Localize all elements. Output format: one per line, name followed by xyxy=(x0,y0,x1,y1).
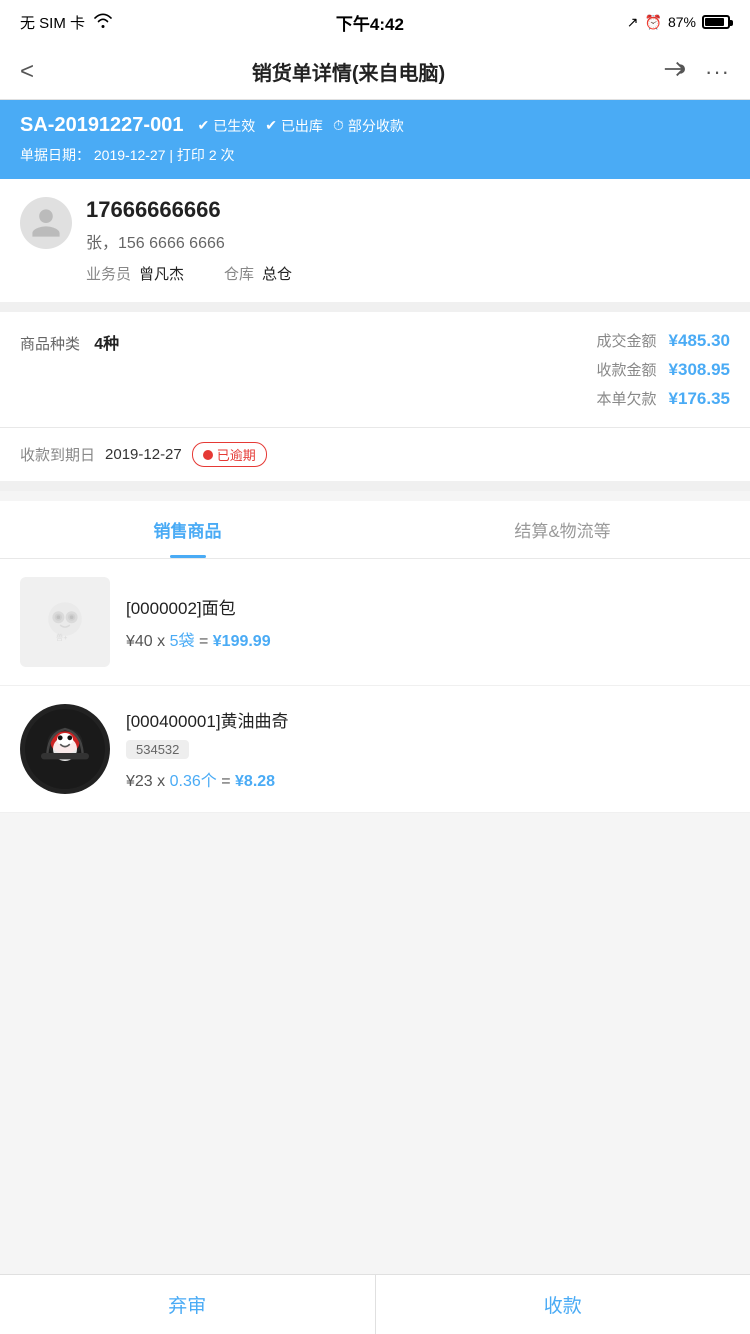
badge-effective: ✔ 已生效 xyxy=(197,116,255,136)
summary-section: 商品种类 4种 成交金额 ¥485.30 收款金额 ¥308.95 本单欠款 ¥… xyxy=(0,312,750,427)
product-info-1: [0000002]面包 ¥40 x 5袋 = ¥199.99 xyxy=(126,594,730,651)
salesperson-value: 曾凡杰 xyxy=(139,263,184,284)
bottom-bar: 弃审 收款 xyxy=(0,1274,750,1334)
divider-2 xyxy=(0,481,750,491)
order-date-row: 单据日期： 2019-12-27 | 打印 2 次 xyxy=(20,145,730,165)
tab-settlement-label: 结算&物流等 xyxy=(514,522,610,541)
summary-left: 商品种类 4种 xyxy=(20,330,119,354)
salesperson-label: 业务员 xyxy=(86,263,131,284)
badges: ✔ 已生效 ✔ 已出库 ⏱ 部分收款 xyxy=(197,116,403,136)
product-item-2: [000400001]黄油曲奇 534532 ¥23 x 0.36个 = ¥8.… xyxy=(0,686,750,813)
battery-icon xyxy=(702,15,730,29)
more-icon[interactable]: ··· xyxy=(705,59,730,85)
battery-percent: 87% xyxy=(668,14,696,30)
price-2: ¥23 xyxy=(126,773,153,790)
warehouse-item: 仓库 总仓 xyxy=(224,263,292,284)
product-types-label: 商品种类 xyxy=(20,336,80,353)
back-button[interactable]: < xyxy=(20,58,34,86)
warehouse-value: 总仓 xyxy=(262,263,292,284)
customer-info: 17666666666 张，156 6666 6666 业务员 曾凡杰 仓库 总… xyxy=(86,197,730,284)
due-label: 收款到期日 xyxy=(20,444,95,465)
customer-name: 17666666666 xyxy=(86,197,730,223)
date-label: 单据日期： xyxy=(20,147,90,163)
product-name-2: [000400001]黄油曲奇 xyxy=(126,707,730,732)
customer-phone: 张，156 6666 6666 xyxy=(86,229,730,253)
order-id: SA-20191227-001 xyxy=(20,114,183,137)
amount-label-3: 本单欠款 xyxy=(597,388,657,409)
share-icon[interactable] xyxy=(663,58,685,86)
overdue-badge: 已逾期 xyxy=(192,442,267,467)
due-section: 收款到期日 2019-12-27 已逾期 xyxy=(0,428,750,481)
customer-meta: 业务员 曾凡杰 仓库 总仓 xyxy=(86,263,730,284)
due-date: 2019-12-27 xyxy=(105,446,182,463)
product-price-1: ¥40 x 5袋 = ¥199.99 xyxy=(126,627,730,651)
product-item: 兽+ [0000002]面包 ¥40 x 5袋 = ¥199.99 xyxy=(0,559,750,686)
nav-bar: < 销货单详情(来自电脑) ··· xyxy=(0,44,750,100)
product-list: 兽+ [0000002]面包 ¥40 x 5袋 = ¥199.99 xyxy=(0,559,750,813)
amount-label-1: 成交金额 xyxy=(597,330,657,351)
qty-2: 0.36个 xyxy=(170,773,217,790)
total-2: ¥8.28 xyxy=(235,773,275,790)
amount-row-2: 收款金额 ¥308.95 xyxy=(597,359,730,380)
amount-label-2: 收款金额 xyxy=(597,359,657,380)
amount-value-2: ¥308.95 xyxy=(669,360,730,380)
confirm-button[interactable]: 收款 xyxy=(376,1275,750,1334)
tabs-section: 销售商品 结算&物流等 xyxy=(0,501,750,559)
bottom-spacer xyxy=(0,813,750,883)
tab-settlement[interactable]: 结算&物流等 xyxy=(375,501,750,558)
amount-value-1: ¥485.30 xyxy=(669,331,730,351)
order-header: SA-20191227-001 ✔ 已生效 ✔ 已出库 ⏱ 部分收款 单据日期：… xyxy=(0,100,750,179)
status-bar: 无 SIM 卡 下午4:42 ↗ ⏰ 87% xyxy=(0,0,750,44)
product-thumb-2 xyxy=(20,704,110,794)
product-name-1: [0000002]面包 xyxy=(126,594,730,619)
salesperson-item: 业务员 曾凡杰 xyxy=(86,263,184,284)
page-title: 销货单详情(来自电脑) xyxy=(252,57,445,86)
location-icon: ↗ xyxy=(627,14,639,31)
amount-row-1: 成交金额 ¥485.30 xyxy=(597,330,730,351)
badge-partial: ⏱ 部分收款 xyxy=(333,116,404,136)
overdue-dot xyxy=(203,450,213,460)
summary-right: 成交金额 ¥485.30 收款金额 ¥308.95 本单欠款 ¥176.35 xyxy=(597,330,730,409)
product-price-2: ¥23 x 0.36个 = ¥8.28 xyxy=(126,767,730,791)
price-1: ¥40 xyxy=(126,633,153,650)
cancel-button[interactable]: 弃审 xyxy=(0,1275,376,1334)
tab-sales-products[interactable]: 销售商品 xyxy=(0,501,375,558)
overdue-label: 已逾期 xyxy=(217,445,256,464)
product-info-2: [000400001]黄油曲奇 534532 ¥23 x 0.36个 = ¥8.… xyxy=(126,707,730,791)
product-types-value: 4种 xyxy=(94,336,119,353)
svg-text:兽+: 兽+ xyxy=(56,633,67,642)
status-time: 下午4:42 xyxy=(336,10,404,35)
alarm-icon: ⏰ xyxy=(645,14,662,31)
tab-sales-products-label: 销售商品 xyxy=(154,522,222,541)
product-thumb-1: 兽+ xyxy=(20,577,110,667)
order-date: 2019-12-27 xyxy=(94,147,166,163)
wifi-icon xyxy=(93,12,113,32)
qty-1: 5袋 xyxy=(170,633,195,650)
total-1: ¥199.99 xyxy=(213,633,271,650)
avatar xyxy=(20,197,72,249)
badge-shipped: ✔ 已出库 xyxy=(265,116,323,136)
divider-1 xyxy=(0,302,750,312)
print-info: | 打印 2 次 xyxy=(169,147,234,163)
warehouse-label: 仓库 xyxy=(224,263,254,284)
carrier-label: 无 SIM 卡 xyxy=(20,12,85,33)
amount-value-3: ¥176.35 xyxy=(669,389,730,409)
summary-row: 商品种类 4种 成交金额 ¥485.30 收款金额 ¥308.95 本单欠款 ¥… xyxy=(20,330,730,409)
customer-section: 17666666666 张，156 6666 6666 业务员 曾凡杰 仓库 总… xyxy=(0,179,750,302)
amount-row-3: 本单欠款 ¥176.35 xyxy=(597,388,730,409)
product-sku-2: 534532 xyxy=(126,740,189,759)
